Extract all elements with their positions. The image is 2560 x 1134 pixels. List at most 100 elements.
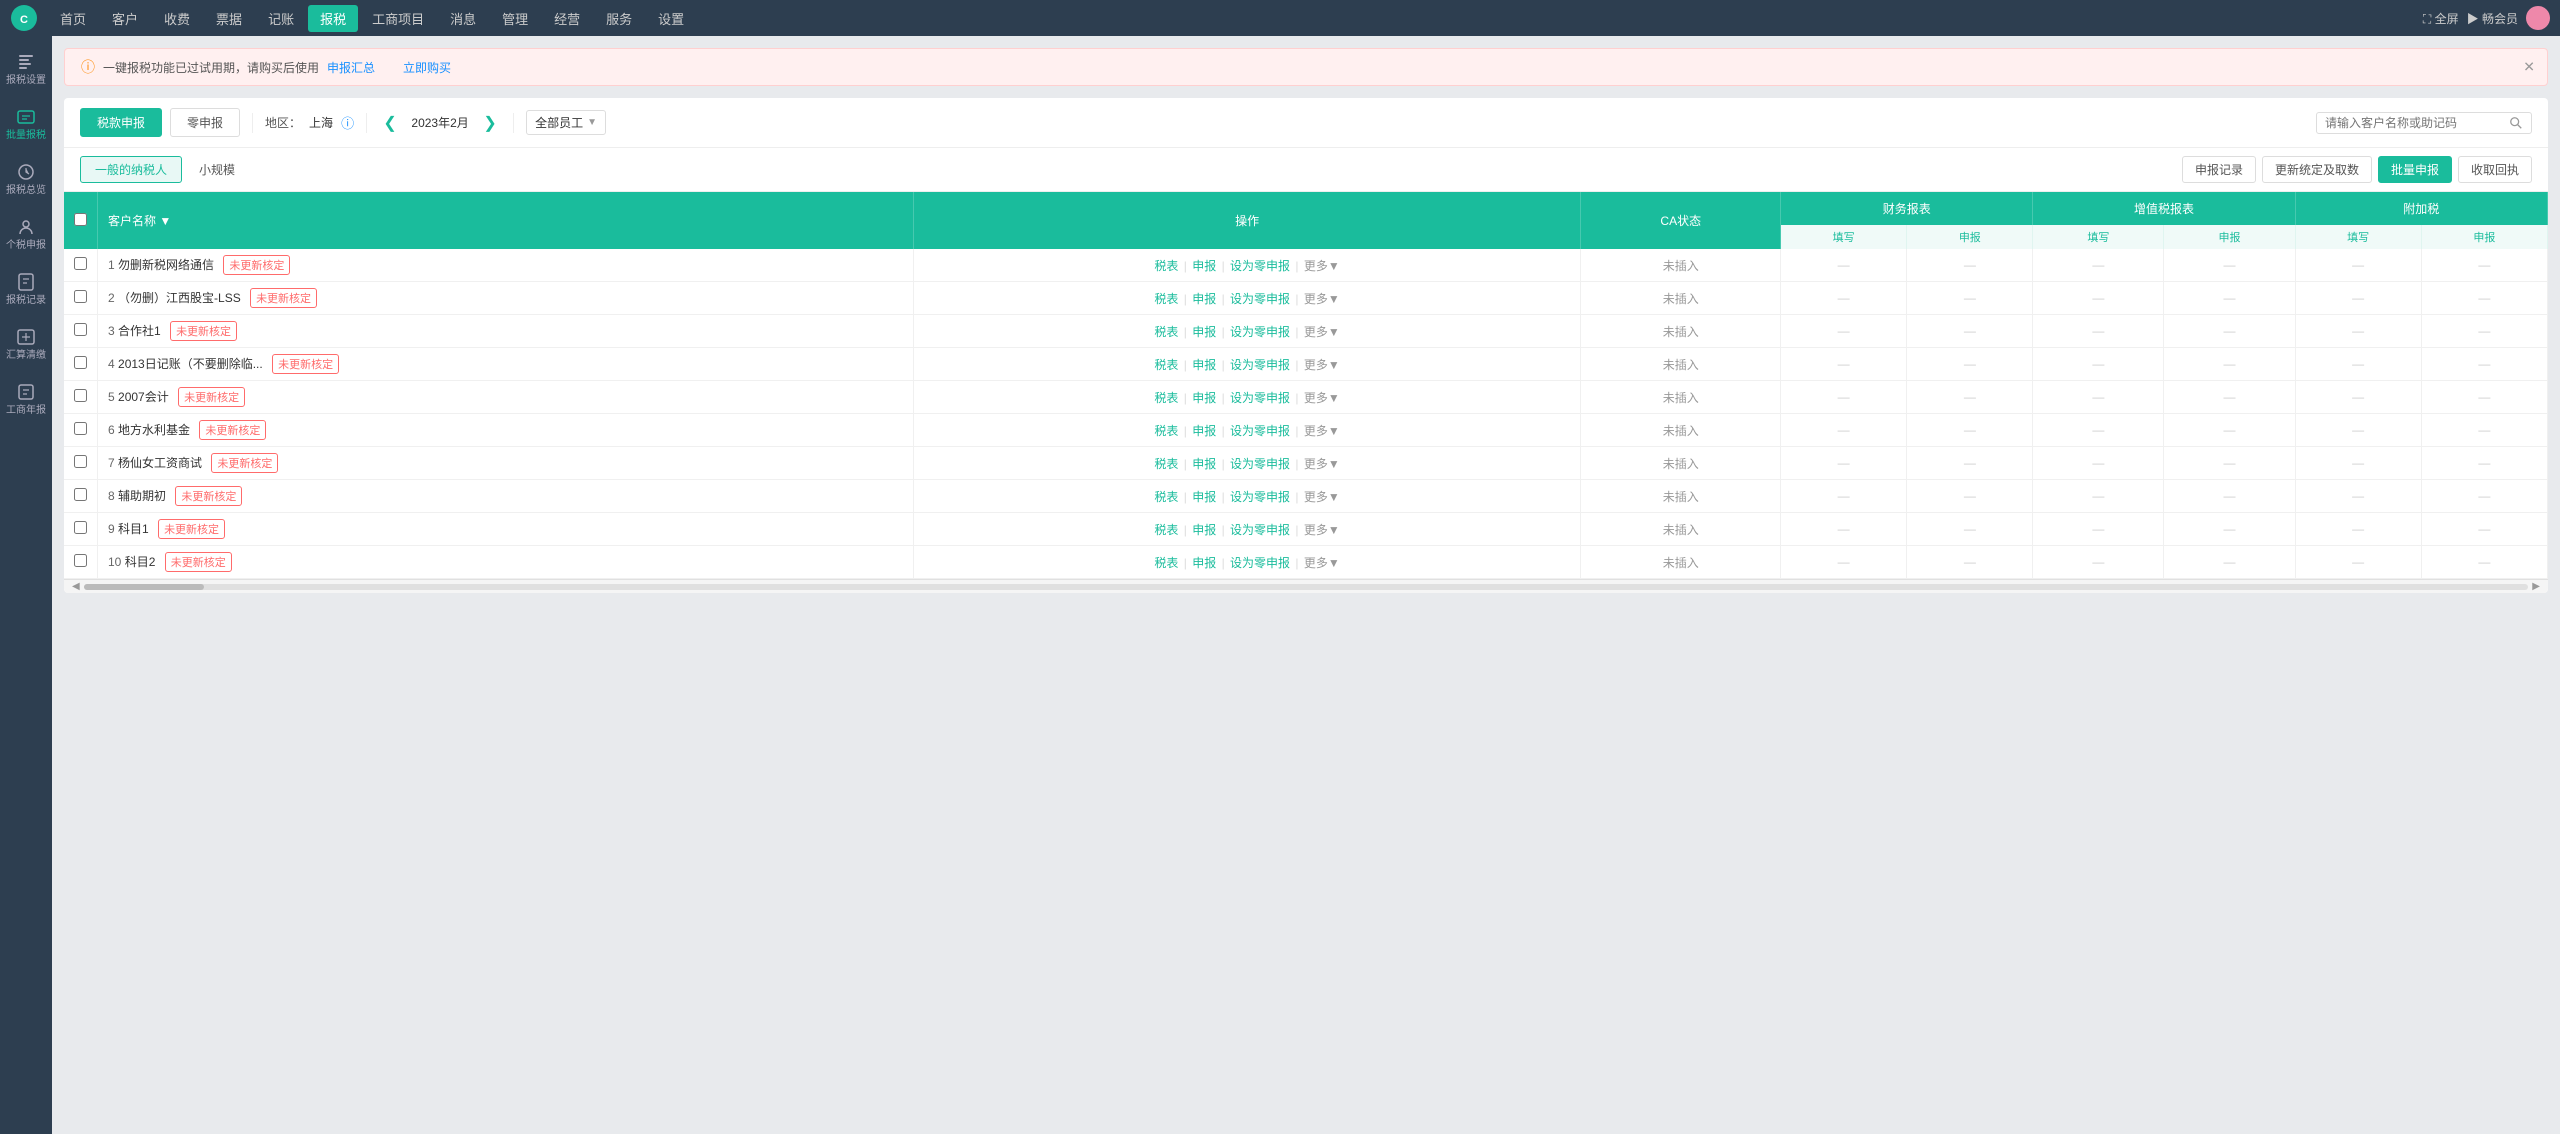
op-tax-form-btn[interactable]: 税表 xyxy=(1154,490,1178,504)
nav-invoice[interactable]: 票据 xyxy=(204,5,254,32)
row-checkbox-3[interactable] xyxy=(74,356,87,369)
staff-selector[interactable]: 全部员工 ▼ xyxy=(526,110,606,135)
op-tax-form-btn[interactable]: 税表 xyxy=(1154,391,1178,405)
scroll-track[interactable] xyxy=(84,584,2529,590)
tab-zero-declaration[interactable]: 零申报 xyxy=(170,108,240,137)
row-company-cell: 1 勿删新税网络通信 未更新核定 xyxy=(98,249,914,282)
op-tax-form-btn[interactable]: 税表 xyxy=(1154,424,1178,438)
op-zero-declare-btn[interactable]: 设为零申报 xyxy=(1230,358,1290,372)
row-checkbox-6[interactable] xyxy=(74,455,87,468)
btn-update-fetch[interactable]: 更新统定及取数 xyxy=(2262,156,2372,183)
op-declare-btn[interactable]: 申报 xyxy=(1192,325,1216,339)
nav-commerce[interactable]: 工商项目 xyxy=(360,5,436,32)
op-more-btn[interactable]: 更多▼ xyxy=(1304,556,1340,570)
op-declare-btn[interactable]: 申报 xyxy=(1192,259,1216,273)
btn-batch-declare[interactable]: 批量申报 xyxy=(2378,156,2452,183)
banner-link-summary[interactable]: 申报汇总 xyxy=(327,59,375,76)
op-more-btn[interactable]: 更多▼ xyxy=(1304,523,1340,537)
date-next-btn[interactable]: ❯ xyxy=(479,112,501,134)
sidebar-item-overview[interactable]: 报税总览 xyxy=(0,154,52,205)
row-checkbox-2[interactable] xyxy=(74,323,87,336)
op-tax-form-btn[interactable]: 税表 xyxy=(1154,292,1178,306)
op-tax-form-btn[interactable]: 税表 xyxy=(1154,358,1178,372)
sidebar-item-records[interactable]: 报税记录 xyxy=(0,264,52,315)
op-declare-btn[interactable]: 申报 xyxy=(1192,391,1216,405)
op-zero-declare-btn[interactable]: 设为零申报 xyxy=(1230,391,1290,405)
op-declare-btn[interactable]: 申报 xyxy=(1192,457,1216,471)
sidebar-item-annual-report[interactable]: 工商年报 xyxy=(0,374,52,425)
nav-tax[interactable]: 报税 xyxy=(308,5,358,32)
row-checkbox-7[interactable] xyxy=(74,488,87,501)
banner-close-btn[interactable]: ✕ xyxy=(2523,59,2535,76)
op-tax-form-btn[interactable]: 税表 xyxy=(1154,556,1178,570)
row-checkbox-0[interactable] xyxy=(74,257,87,270)
nav-message[interactable]: 消息 xyxy=(438,5,488,32)
nav-customer[interactable]: 客户 xyxy=(100,5,150,32)
scroll-thumb[interactable] xyxy=(84,584,204,590)
row-checkbox-4[interactable] xyxy=(74,389,87,402)
op-zero-declare-btn[interactable]: 设为零申报 xyxy=(1230,292,1290,306)
sort-icon[interactable]: ▼ xyxy=(159,214,171,228)
fullscreen-btn[interactable]: ⛶ 全屏 xyxy=(2423,10,2459,27)
avatar[interactable] xyxy=(2526,6,2550,30)
row-operations-cell: 税表 | 申报 | 设为零申报 | 更多▼ xyxy=(913,249,1581,282)
date-prev-btn[interactable]: ❮ xyxy=(379,112,401,134)
op-more-btn[interactable]: 更多▼ xyxy=(1304,457,1340,471)
nav-bookkeeping[interactable]: 记账 xyxy=(256,5,306,32)
op-more-btn[interactable]: 更多▼ xyxy=(1304,490,1340,504)
search-input[interactable] xyxy=(2325,116,2505,130)
search-icon[interactable] xyxy=(2509,116,2523,130)
op-zero-declare-btn[interactable]: 设为零申报 xyxy=(1230,259,1290,273)
th-checkbox xyxy=(64,192,98,249)
app-logo[interactable]: C xyxy=(10,4,38,32)
op-tax-form-btn[interactable]: 税表 xyxy=(1154,325,1178,339)
op-declare-btn[interactable]: 申报 xyxy=(1192,358,1216,372)
op-zero-declare-btn[interactable]: 设为零申报 xyxy=(1230,424,1290,438)
nav-business[interactable]: 经营 xyxy=(542,5,592,32)
tab-small-scale[interactable]: 小规模 xyxy=(184,156,250,183)
sidebar-item-batch-tax[interactable]: 批量报税 xyxy=(0,99,52,150)
row-checkbox-8[interactable] xyxy=(74,521,87,534)
op-tax-form-btn[interactable]: 税表 xyxy=(1154,259,1178,273)
op-tax-form-btn[interactable]: 税表 xyxy=(1154,457,1178,471)
btn-declaration-record[interactable]: 申报记录 xyxy=(2182,156,2256,183)
op-declare-btn[interactable]: 申报 xyxy=(1192,556,1216,570)
op-declare-btn[interactable]: 申报 xyxy=(1192,523,1216,537)
op-more-btn[interactable]: 更多▼ xyxy=(1304,259,1340,273)
row-checkbox-1[interactable] xyxy=(74,290,87,303)
sidebar-item-personal-tax[interactable]: 个税申报 xyxy=(0,209,52,260)
tab-tax-declaration[interactable]: 税款申报 xyxy=(80,108,162,137)
op-more-btn[interactable]: 更多▼ xyxy=(1304,424,1340,438)
main-layout: 报税设置 批量报税 报税总览 个税申报 报税记录 汇算清缴 工商年报 xyxy=(0,36,2560,1134)
nav-manage[interactable]: 管理 xyxy=(490,5,540,32)
vip-btn[interactable]: ▶ 畅会员 xyxy=(2467,10,2518,27)
nav-service[interactable]: 服务 xyxy=(594,5,644,32)
op-zero-declare-btn[interactable]: 设为零申报 xyxy=(1230,523,1290,537)
op-declare-btn[interactable]: 申报 xyxy=(1192,424,1216,438)
op-declare-btn[interactable]: 申报 xyxy=(1192,490,1216,504)
scroll-left-btn[interactable]: ◀ xyxy=(68,581,84,592)
scroll-right-btn[interactable]: ▶ xyxy=(2528,581,2544,592)
op-more-btn[interactable]: 更多▼ xyxy=(1304,325,1340,339)
sidebar-item-settlement[interactable]: 汇算清缴 xyxy=(0,319,52,370)
row-checkbox-9[interactable] xyxy=(74,554,87,567)
op-zero-declare-btn[interactable]: 设为零申报 xyxy=(1230,556,1290,570)
op-tax-form-btn[interactable]: 税表 xyxy=(1154,523,1178,537)
nav-billing[interactable]: 收费 xyxy=(152,5,202,32)
banner-link-buy[interactable]: 立即购买 xyxy=(403,59,451,76)
select-all-checkbox[interactable] xyxy=(74,213,87,226)
nav-home[interactable]: 首页 xyxy=(48,5,98,32)
op-declare-btn[interactable]: 申报 xyxy=(1192,292,1216,306)
row-checkbox-5[interactable] xyxy=(74,422,87,435)
nav-settings[interactable]: 设置 xyxy=(646,5,696,32)
sidebar-item-tax-settings[interactable]: 报税设置 xyxy=(0,44,52,95)
op-zero-declare-btn[interactable]: 设为零申报 xyxy=(1230,457,1290,471)
op-zero-declare-btn[interactable]: 设为零申报 xyxy=(1230,490,1290,504)
btn-retrieve-receipt[interactable]: 收取回执 xyxy=(2458,156,2532,183)
tab-general-taxpayer[interactable]: 一般的纳税人 xyxy=(80,156,182,183)
op-more-btn[interactable]: 更多▼ xyxy=(1304,292,1340,306)
info-icon[interactable]: ⓘ xyxy=(341,113,354,132)
op-more-btn[interactable]: 更多▼ xyxy=(1304,391,1340,405)
op-zero-declare-btn[interactable]: 设为零申报 xyxy=(1230,325,1290,339)
op-more-btn[interactable]: 更多▼ xyxy=(1304,358,1340,372)
